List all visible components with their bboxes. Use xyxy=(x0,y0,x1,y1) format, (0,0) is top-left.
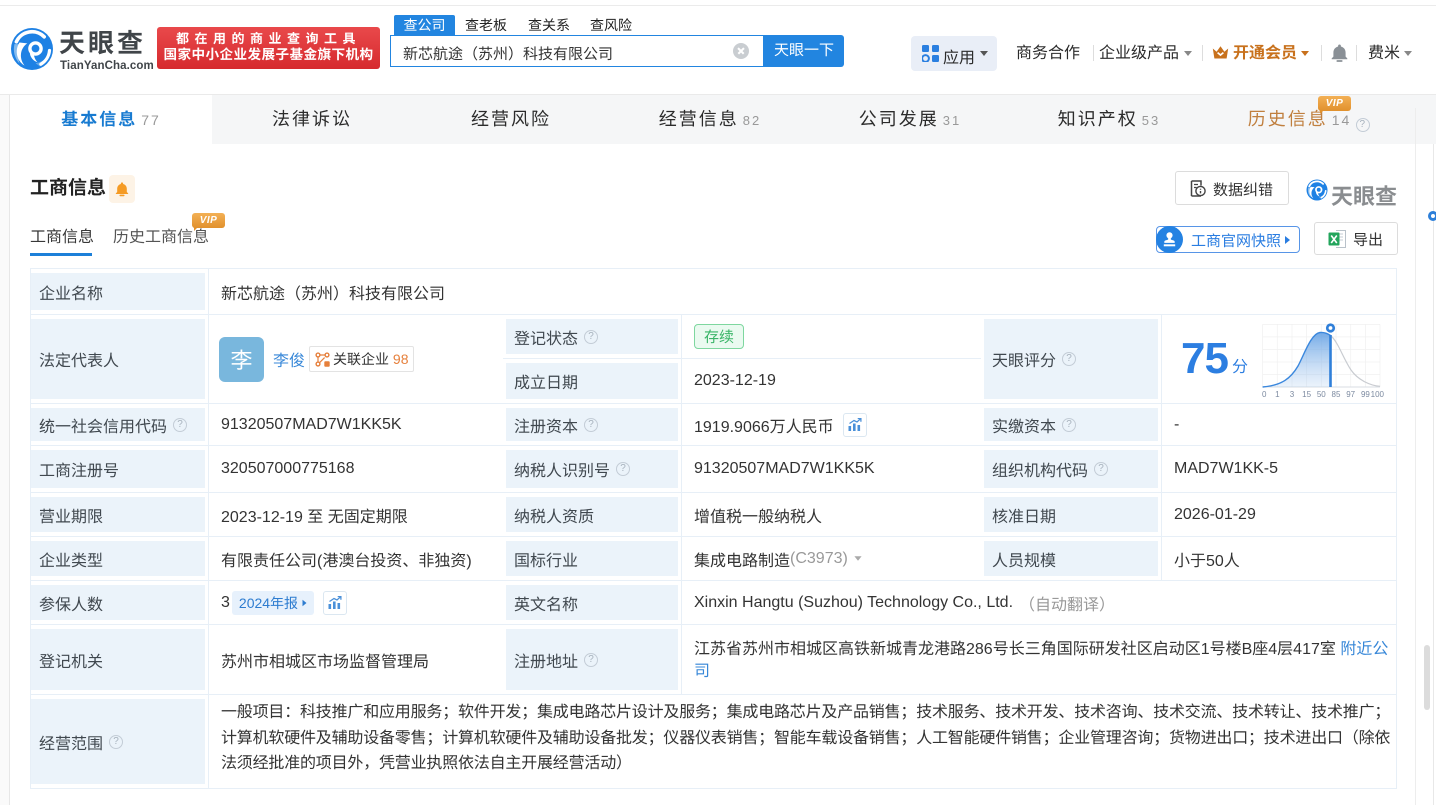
svg-text:3: 3 xyxy=(1290,390,1295,399)
svg-text:97: 97 xyxy=(1346,390,1355,399)
svg-text:100: 100 xyxy=(1371,390,1384,399)
svg-text:85: 85 xyxy=(1332,390,1341,399)
svg-text:15: 15 xyxy=(1302,390,1311,399)
svg-text:99: 99 xyxy=(1361,390,1370,399)
svg-text:0: 0 xyxy=(1262,390,1267,399)
svg-text:50: 50 xyxy=(1317,390,1326,399)
svg-text:1: 1 xyxy=(1275,390,1280,399)
